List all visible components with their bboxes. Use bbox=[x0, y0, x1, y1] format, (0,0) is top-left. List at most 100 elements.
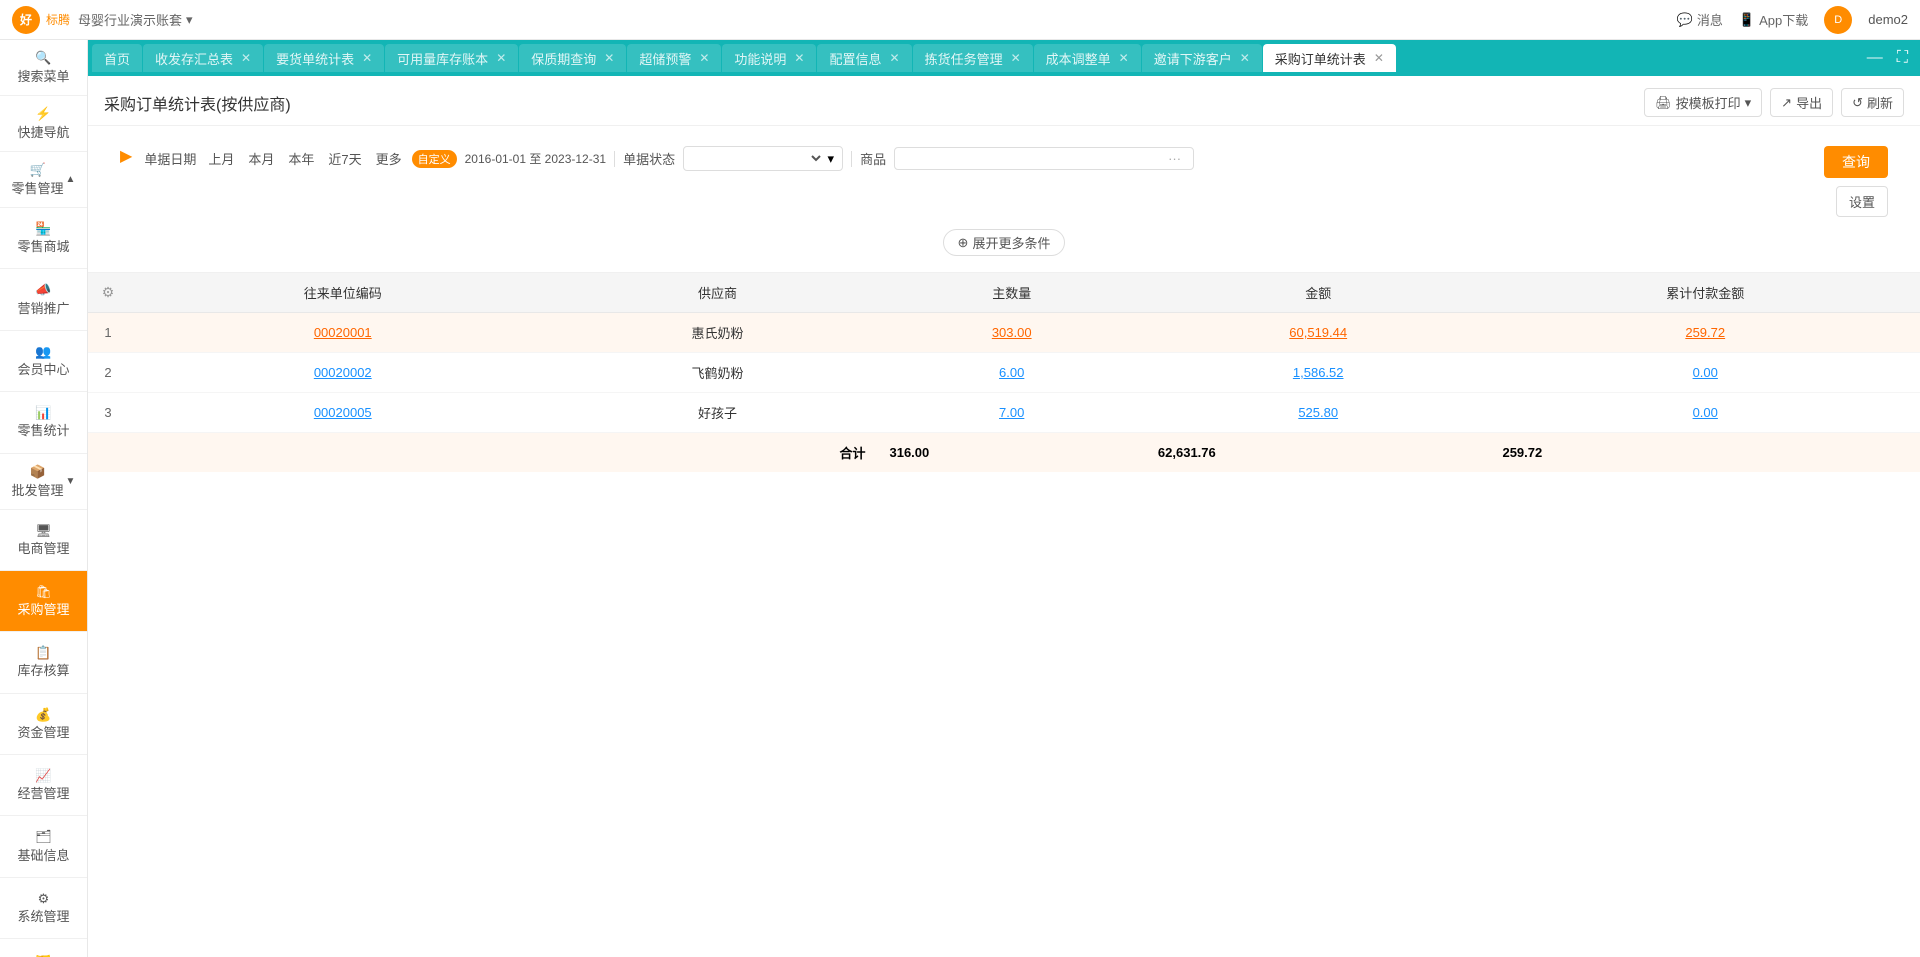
tab-costadj-close-icon[interactable]: ✕ bbox=[1119, 51, 1129, 65]
row-code[interactable]: 00020001 bbox=[128, 313, 557, 353]
app-download-label: App下载 bbox=[1759, 10, 1808, 29]
tab-config-close-icon[interactable]: ✕ bbox=[890, 51, 900, 65]
sidebar-item-purchase[interactable]: 🛍 采购管理 bbox=[0, 571, 87, 632]
tab-requisition[interactable]: 要货单统计表 ✕ bbox=[264, 44, 384, 72]
shortcut-more[interactable]: 更多 bbox=[372, 147, 406, 170]
tab-expiry-label: 保质期查询 bbox=[531, 49, 596, 68]
tab-minimize-icon[interactable]: — bbox=[1863, 47, 1887, 69]
goods-input-wrapper[interactable]: ··· bbox=[894, 147, 1194, 170]
row-qty[interactable]: 6.00 bbox=[877, 353, 1145, 393]
tab-collect[interactable]: 收发存汇总表 ✕ bbox=[143, 44, 263, 72]
search-icon: 🔍 bbox=[4, 50, 83, 66]
status-select[interactable]: 待审核 已审核 bbox=[692, 150, 823, 167]
tab-picktask[interactable]: 拣货任务管理 ✕ bbox=[913, 44, 1033, 72]
finance-icon: 💰 bbox=[4, 706, 83, 724]
row-paid[interactable]: 0.00 bbox=[1490, 353, 1920, 393]
row-qty[interactable]: 303.00 bbox=[877, 313, 1145, 353]
tab-purchasestat[interactable]: 采购订单统计表 ✕ bbox=[1263, 44, 1396, 72]
tab-invite-close-icon[interactable]: ✕ bbox=[1240, 51, 1250, 65]
col-code: 往来单位编码 bbox=[128, 273, 557, 313]
refresh-button[interactable]: ↺ 刷新 bbox=[1841, 88, 1904, 117]
tab-purchasestat-close-icon[interactable]: ✕ bbox=[1374, 51, 1384, 65]
table-footer-row: 合计 316.00 62,631.76 259.72 bbox=[88, 433, 1920, 473]
tab-config[interactable]: 配置信息 ✕ bbox=[817, 44, 911, 72]
tab-funcguide[interactable]: 功能说明 ✕ bbox=[722, 44, 816, 72]
message-label: 消息 bbox=[1697, 10, 1723, 29]
query-button[interactable]: 查询 bbox=[1824, 146, 1888, 178]
tab-picktask-close-icon[interactable]: ✕ bbox=[1011, 51, 1021, 65]
tab-maximize-icon[interactable]: ⛶ bbox=[1893, 47, 1912, 69]
sidebar-item-system[interactable]: ⚙ 系统管理 bbox=[0, 878, 87, 939]
tab-funcguide-close-icon[interactable]: ✕ bbox=[794, 51, 804, 65]
avatar[interactable]: D bbox=[1824, 6, 1852, 34]
tab-available-close-icon[interactable]: ✕ bbox=[496, 51, 506, 65]
tab-available-label: 可用量库存账本 bbox=[397, 49, 488, 68]
row-code[interactable]: 00020002 bbox=[128, 353, 557, 393]
row-amount[interactable]: 525.80 bbox=[1146, 393, 1491, 433]
tab-requisition-close-icon[interactable]: ✕ bbox=[362, 51, 372, 65]
sidebar-item-inventory[interactable]: 📋 库存核算 bbox=[0, 632, 87, 693]
row-paid[interactable]: 0.00 bbox=[1490, 393, 1920, 433]
refresh-label: 刷新 bbox=[1867, 93, 1893, 112]
collab-icon: 🤝 bbox=[4, 951, 83, 957]
sidebar-item-quicknav[interactable]: ⚡ 快捷导航 bbox=[0, 96, 87, 152]
table-header-row: ⚙ 往来单位编码 供应商 主数量 金额 累计付款金额 bbox=[88, 273, 1920, 313]
date-range-display: 2016-01-01 至 2023-12-31 bbox=[465, 150, 606, 167]
sidebar-item-marketing[interactable]: 📣 营销推广 bbox=[0, 269, 87, 330]
sidebar-item-finance[interactable]: 💰 资金管理 bbox=[0, 694, 87, 755]
tab-expiry[interactable]: 保质期查询 ✕ bbox=[519, 44, 626, 72]
tab-expiry-close-icon[interactable]: ✕ bbox=[604, 51, 614, 65]
print-button[interactable]: 🖨 按模板打印 ▾ bbox=[1644, 88, 1762, 117]
marketing-icon: 📣 bbox=[4, 281, 83, 299]
workspace-select[interactable]: 母婴行业演示账套 ▾ bbox=[78, 10, 193, 29]
tab-picktask-label: 拣货任务管理 bbox=[925, 49, 1003, 68]
shortcut-this-month[interactable]: 本月 bbox=[244, 147, 278, 170]
expand-more-button[interactable]: ⊕ 展开更多条件 bbox=[943, 229, 1066, 256]
tab-overstock-close-icon[interactable]: ✕ bbox=[699, 51, 709, 65]
sidebar-item-basic[interactable]: 🗂 基础信息 bbox=[0, 816, 87, 877]
tab-collect-close-icon[interactable]: ✕ bbox=[241, 51, 251, 65]
goods-more-icon[interactable]: ··· bbox=[1164, 151, 1185, 166]
filter-toggle-button[interactable]: ▶ bbox=[120, 146, 132, 166]
status-select-wrapper[interactable]: 待审核 已审核 ▾ bbox=[683, 146, 843, 171]
sidebar-item-ecommerce[interactable]: 🖥 电商管理 bbox=[0, 510, 87, 571]
sidebar-item-operation[interactable]: 📈 经营管理 bbox=[0, 755, 87, 816]
row-amount[interactable]: 1,586.52 bbox=[1146, 353, 1491, 393]
sidebar-item-search[interactable]: 🔍 搜索菜单 bbox=[0, 40, 87, 96]
col-amount: 金额 bbox=[1146, 273, 1491, 313]
shortcut-this-year[interactable]: 本年 bbox=[284, 147, 318, 170]
row-qty[interactable]: 7.00 bbox=[877, 393, 1145, 433]
col-qty: 主数量 bbox=[877, 273, 1145, 313]
shortcut-last-month[interactable]: 上月 bbox=[204, 147, 238, 170]
chevron-down-icon: ▼ bbox=[66, 476, 76, 487]
sidebar-item-wholesale[interactable]: 📦 批发管理 ▼ bbox=[0, 454, 87, 510]
shortcut-7days[interactable]: 近7天 bbox=[324, 147, 365, 170]
sidebar-item-retail[interactable]: 🛒 零售管理 ▲ bbox=[0, 152, 87, 208]
tab-costadj[interactable]: 成本调整单 ✕ bbox=[1034, 44, 1141, 72]
logo-icon: 好 bbox=[12, 6, 40, 34]
app-download-btn[interactable]: 📱 App下载 bbox=[1739, 10, 1808, 29]
tab-invite[interactable]: 邀请下游客户 ✕ bbox=[1142, 44, 1262, 72]
page-inner: 采购订单统计表(按供应商) 🖨 按模板打印 ▾ ↗ 导出 ↺ bbox=[88, 76, 1920, 957]
tab-available[interactable]: 可用量库存账本 ✕ bbox=[385, 44, 518, 72]
sidebar-item-retailstat[interactable]: 📊 零售统计 bbox=[0, 392, 87, 453]
row-paid[interactable]: 259.72 bbox=[1490, 313, 1920, 353]
sidebar-item-retailstore[interactable]: 🏪 零售商城 bbox=[0, 208, 87, 269]
message-btn[interactable]: 💬 消息 bbox=[1677, 10, 1723, 29]
export-button[interactable]: ↗ 导出 bbox=[1770, 88, 1833, 117]
sidebar-item-collab[interactable]: 🤝 企业协同 bbox=[0, 939, 87, 957]
row-code[interactable]: 00020005 bbox=[128, 393, 557, 433]
tab-home[interactable]: 首页 bbox=[92, 44, 142, 72]
settings-button[interactable]: 设置 bbox=[1836, 186, 1888, 217]
column-settings-icon[interactable]: ⚙ bbox=[102, 284, 115, 300]
refresh-icon: ↺ bbox=[1852, 95, 1863, 111]
tab-config-label: 配置信息 bbox=[829, 49, 881, 68]
sidebar-item-members[interactable]: 👥 会员中心 bbox=[0, 331, 87, 392]
custom-date-badge[interactable]: 自定义 bbox=[412, 150, 457, 168]
tab-bar: 首页 收发存汇总表 ✕ 要货单统计表 ✕ 可用量库存账本 ✕ 保质期查询 ✕ 超… bbox=[88, 40, 1920, 76]
row-amount[interactable]: 60,519.44 bbox=[1146, 313, 1491, 353]
tab-overstock[interactable]: 超储预警 ✕ bbox=[627, 44, 721, 72]
goods-input[interactable] bbox=[903, 151, 1160, 166]
sidebar-item-quicknav-label: 快捷导航 bbox=[4, 122, 83, 141]
main-layout: 🔍 搜索菜单 ⚡ 快捷导航 🛒 零售管理 ▲ 🏪 零售商城 📣 营销推广 👥 会… bbox=[0, 40, 1920, 957]
